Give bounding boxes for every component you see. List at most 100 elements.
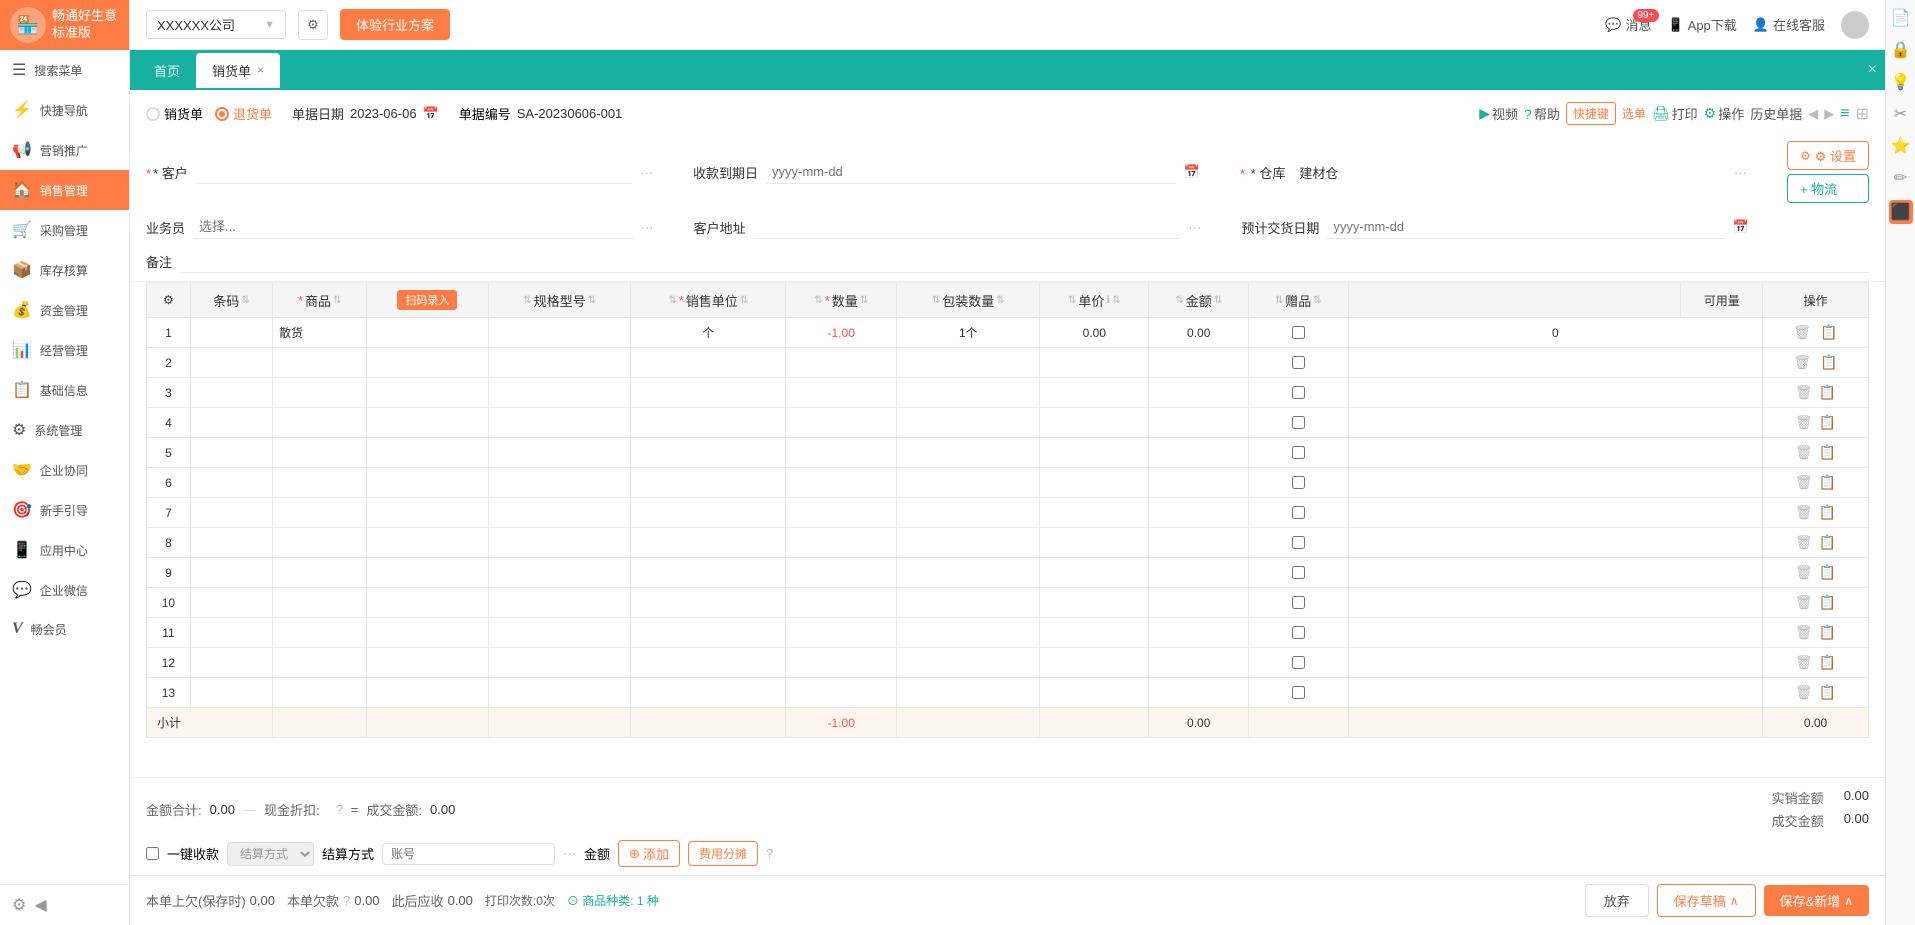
collection-calendar-icon[interactable]: 📅 — [1184, 164, 1200, 180]
sidebar-item-quick[interactable]: ⚡ 快捷导航 — [0, 90, 129, 130]
right-panel-lock-icon[interactable]: 🔒 — [1891, 40, 1911, 60]
account-input[interactable] — [382, 843, 555, 865]
online-service-button[interactable]: 👤 在线客服 — [1753, 15, 1825, 34]
tab-bar-close-icon[interactable]: × — [1868, 61, 1877, 79]
sidebar-item-basics[interactable]: 📋 基础信息 — [0, 370, 129, 410]
col-scan[interactable]: 扫码录入 — [367, 283, 489, 318]
gift-checkbox-5[interactable] — [1292, 446, 1305, 459]
gift-checkbox-3[interactable] — [1292, 386, 1305, 399]
sidebar-item-enterprise[interactable]: 🤝 企业协同 — [0, 450, 129, 490]
save-new-button[interactable]: 保存&新增 ∧ — [1764, 885, 1869, 916]
company-selector[interactable]: XXXXXX公司 ▼ — [146, 10, 286, 39]
radio-sales-order[interactable]: 销货单 — [146, 104, 203, 123]
customer-input[interactable] — [196, 160, 632, 184]
delete-row-10-icon[interactable]: 🗑 — [1795, 594, 1813, 610]
gift-checkbox-9[interactable] — [1292, 566, 1305, 579]
tab-sales-order[interactable]: 销货单 × — [196, 53, 280, 88]
delete-row-6-icon[interactable]: 🗑 — [1795, 474, 1813, 490]
copy-row-10-icon[interactable]: 📋 — [1819, 594, 1836, 610]
formula-help-icon[interactable]: ? — [336, 802, 343, 817]
sidebar-item-finance[interactable]: 💰 资金管理 — [0, 290, 129, 330]
account-dots-icon[interactable]: ··· — [563, 846, 576, 861]
one-click-payment-checkbox[interactable] — [146, 847, 159, 860]
sidebar-item-inventory[interactable]: 📦 库存核算 — [0, 250, 129, 290]
sidebar-item-guide[interactable]: 🎯 新手引导 — [0, 490, 129, 530]
message-button[interactable]: 💬 消息 99+ — [1605, 15, 1651, 34]
tab-home[interactable]: 首页 — [138, 53, 196, 88]
discard-button[interactable]: 放弃 — [1585, 884, 1649, 917]
delete-row-11-icon[interactable]: 🗑 — [1795, 624, 1813, 640]
gift-checkbox-4[interactable] — [1292, 416, 1305, 429]
copy-row-2-icon[interactable]: 📋 — [1820, 354, 1837, 370]
operations-link[interactable]: ⚙ 操作 — [1704, 104, 1745, 123]
collection-date-input[interactable] — [766, 160, 1176, 184]
logistics-button[interactable]: + 物流 — [1787, 174, 1869, 203]
gift-checkbox-12[interactable] — [1292, 656, 1305, 669]
copy-row-6-icon[interactable]: 📋 — [1819, 474, 1836, 490]
sidebar-item-vip[interactable]: V 畅会员 — [0, 610, 129, 648]
copy-row-1-icon[interactable]: 📋 — [1820, 324, 1837, 340]
sidebar-item-wechat[interactable]: 💬 企业微信 — [0, 570, 129, 610]
warehouse-more-icon[interactable]: ··· — [1734, 165, 1747, 180]
copy-row-3-icon[interactable]: 📋 — [1819, 384, 1836, 400]
view-grid-icon[interactable]: ⊞ — [1856, 104, 1869, 124]
date-calendar-icon[interactable]: 📅 — [423, 106, 439, 122]
save-draft-button[interactable]: 保存草稿 ∧ — [1657, 884, 1756, 917]
experience-button[interactable]: 体验行业方案 — [340, 9, 450, 40]
customer-address-input[interactable] — [754, 215, 1181, 239]
expense-help-icon[interactable]: ? — [766, 846, 773, 861]
delete-row-1-icon[interactable]: 🗑 — [1793, 324, 1811, 340]
expected-calendar-icon[interactable]: 📅 — [1733, 219, 1749, 235]
gift-checkbox-13[interactable] — [1292, 686, 1305, 699]
delete-row-4-icon[interactable]: 🗑 — [1795, 414, 1813, 430]
tab-close-icon[interactable]: × — [257, 63, 264, 77]
copy-row-11-icon[interactable]: 📋 — [1819, 624, 1836, 640]
salesperson-more-icon[interactable]: ··· — [641, 220, 654, 235]
app-download-button[interactable]: 📱 App下载 — [1667, 15, 1736, 34]
view-list-icon[interactable]: ≡ — [1840, 105, 1849, 123]
gift-checkbox-8[interactable] — [1292, 536, 1305, 549]
gift-checkbox-1[interactable] — [1292, 326, 1305, 339]
delete-row-3-icon[interactable]: 🗑 — [1795, 384, 1813, 400]
remark-input[interactable] — [180, 249, 1869, 273]
delete-row-2-icon[interactable]: 🗑 — [1793, 354, 1811, 370]
delete-row-7-icon[interactable]: 🗑 — [1795, 504, 1813, 520]
gift-checkbox-2[interactable] — [1292, 356, 1305, 369]
right-panel-scissor-icon[interactable]: ✂ — [1894, 104, 1907, 124]
sidebar-item-marketing[interactable]: 📢 营销推广 — [0, 130, 129, 170]
copy-row-12-icon[interactable]: 📋 — [1819, 654, 1836, 670]
product-type-info[interactable]: ⊙ 商品种类: 1 种 — [567, 892, 659, 909]
delete-row-8-icon[interactable]: 🗑 — [1795, 534, 1813, 550]
select-link[interactable]: 选单 — [1622, 105, 1646, 122]
video-link[interactable]: ▶ 视频 — [1479, 104, 1518, 123]
right-panel-orange-icon[interactable]: ⬛ — [1889, 200, 1913, 224]
copy-row-13-icon[interactable]: 📋 — [1819, 684, 1836, 700]
user-avatar[interactable] — [1841, 11, 1869, 39]
customer-more-icon[interactable]: ··· — [640, 165, 653, 180]
sidebar-item-system[interactable]: ⚙ 系统管理 — [0, 410, 129, 450]
sidebar-item-apps[interactable]: 📱 应用中心 — [0, 530, 129, 570]
sidebar-item-search[interactable]: ☰ 搜索菜单 — [0, 50, 129, 90]
history-prev-icon[interactable]: ◀ — [1808, 106, 1818, 122]
copy-row-4-icon[interactable]: 📋 — [1819, 414, 1836, 430]
gift-checkbox-7[interactable] — [1292, 506, 1305, 519]
copy-row-9-icon[interactable]: 📋 — [1819, 564, 1836, 580]
copy-row-8-icon[interactable]: 📋 — [1819, 534, 1836, 550]
address-more-icon[interactable]: ··· — [1188, 220, 1201, 235]
right-panel-note-icon[interactable]: 📄 — [1891, 8, 1911, 28]
salesperson-input[interactable] — [193, 215, 633, 239]
history-link[interactable]: 历史单据 — [1750, 104, 1802, 123]
right-panel-star-icon[interactable]: ⭐ — [1891, 136, 1911, 156]
right-panel-edit-icon[interactable]: ✏ — [1894, 168, 1907, 188]
delete-row-13-icon[interactable]: 🗑 — [1795, 684, 1813, 700]
sidebar-collapse-icon[interactable]: ◀ — [34, 895, 46, 915]
bill-due-help-icon[interactable]: ? — [343, 893, 350, 908]
radio-return-order[interactable]: 退货单 — [215, 104, 272, 123]
settings-button[interactable]: ⚙ ⚙ 设置 — [1787, 141, 1869, 170]
delete-row-5-icon[interactable]: 🗑 — [1795, 444, 1813, 460]
scan-button[interactable]: 扫码录入 — [397, 290, 457, 310]
help-link[interactable]: ? 帮助 — [1524, 104, 1560, 123]
copy-row-7-icon[interactable]: 📋 — [1819, 504, 1836, 520]
copy-row-5-icon[interactable]: 📋 — [1819, 444, 1836, 460]
delete-row-12-icon[interactable]: 🗑 — [1795, 654, 1813, 670]
